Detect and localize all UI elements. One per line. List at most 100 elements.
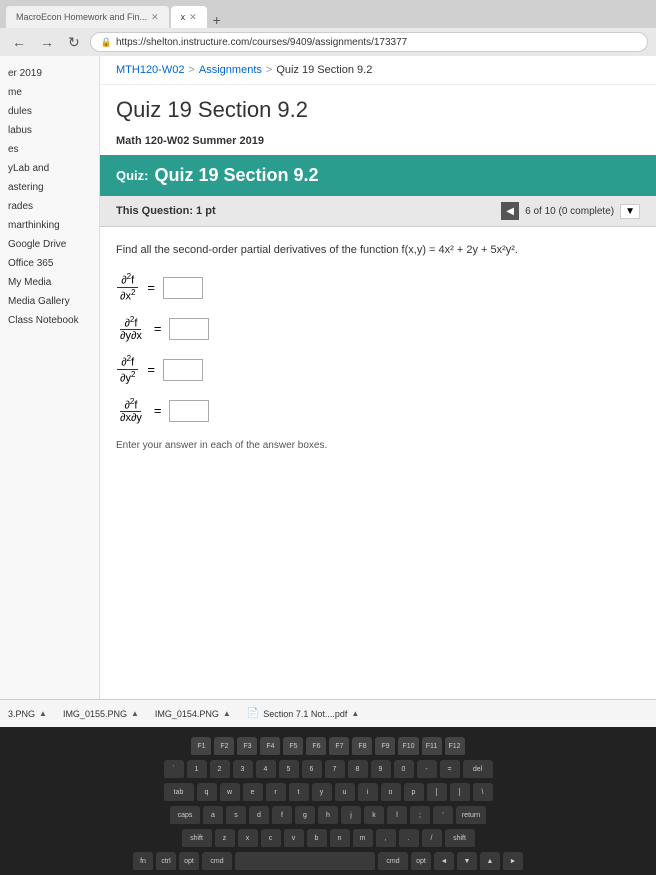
key-f7[interactable]: F7: [329, 737, 349, 757]
sidebar-item-4[interactable]: es: [0, 140, 99, 159]
key-7[interactable]: 7: [325, 760, 345, 780]
answer-input-2[interactable]: [169, 318, 209, 340]
breadcrumb-course[interactable]: MTH120-W02: [116, 64, 184, 76]
key-backslash[interactable]: \: [473, 783, 493, 803]
download-item-3[interactable]: 📄 Section 7.1 Not....pdf ▲: [247, 708, 359, 719]
sidebar-item-9[interactable]: Google Drive: [0, 235, 99, 254]
key-f10[interactable]: F10: [398, 737, 418, 757]
key-a[interactable]: a: [203, 806, 223, 826]
key-minus[interactable]: -: [417, 760, 437, 780]
key-opt-l[interactable]: opt: [179, 852, 199, 872]
key-i[interactable]: i: [358, 783, 378, 803]
download-item-2[interactable]: IMG_0154.PNG ▲: [155, 709, 231, 719]
key-o[interactable]: o: [381, 783, 401, 803]
sidebar-item-12[interactable]: Media Gallery: [0, 292, 99, 311]
key-caps[interactable]: caps: [170, 806, 200, 826]
key-f[interactable]: f: [272, 806, 292, 826]
key-1[interactable]: 1: [187, 760, 207, 780]
key-f6[interactable]: F6: [306, 737, 326, 757]
key-u[interactable]: u: [335, 783, 355, 803]
key-cmd-r[interactable]: cmd: [378, 852, 408, 872]
sidebar-item-5[interactable]: yLab and: [0, 159, 99, 178]
key-ctrl[interactable]: ctrl: [156, 852, 176, 872]
key-z[interactable]: z: [215, 829, 235, 849]
sidebar-item-2[interactable]: dules: [0, 102, 99, 121]
key-space[interactable]: [235, 852, 375, 872]
key-up[interactable]: ▲: [480, 852, 500, 872]
key-quote[interactable]: ': [433, 806, 453, 826]
breadcrumb-assignments[interactable]: Assignments: [199, 64, 262, 76]
key-down[interactable]: ▼: [457, 852, 477, 872]
answer-input-4[interactable]: [169, 400, 209, 422]
key-d[interactable]: d: [249, 806, 269, 826]
key-lbracket[interactable]: [: [427, 783, 447, 803]
key-return[interactable]: return: [456, 806, 486, 826]
tab-active-close-icon[interactable]: ✕: [189, 12, 197, 23]
address-bar[interactable]: 🔒 https://shelton.instructure.com/course…: [90, 32, 648, 52]
key-2[interactable]: 2: [210, 760, 230, 780]
key-fn[interactable]: fn: [133, 852, 153, 872]
key-period[interactable]: .: [399, 829, 419, 849]
key-n[interactable]: n: [330, 829, 350, 849]
answer-input-3[interactable]: [163, 359, 203, 381]
key-f2[interactable]: F2: [214, 737, 234, 757]
key-h[interactable]: h: [318, 806, 338, 826]
key-del[interactable]: del: [463, 760, 493, 780]
key-k[interactable]: k: [364, 806, 384, 826]
key-y[interactable]: y: [312, 783, 332, 803]
key-r[interactable]: r: [266, 783, 286, 803]
key-equals[interactable]: =: [440, 760, 460, 780]
key-t[interactable]: t: [289, 783, 309, 803]
new-tab-button[interactable]: +: [209, 12, 225, 28]
sidebar-item-8[interactable]: marthinking: [0, 216, 99, 235]
key-semicolon[interactable]: ;: [410, 806, 430, 826]
sidebar-item-6[interactable]: astering: [0, 178, 99, 197]
key-e[interactable]: e: [243, 783, 263, 803]
key-p[interactable]: p: [404, 783, 424, 803]
key-j[interactable]: j: [341, 806, 361, 826]
key-9[interactable]: 9: [371, 760, 391, 780]
sidebar-item-0[interactable]: er 2019: [0, 64, 99, 83]
key-left[interactable]: ◄: [434, 852, 454, 872]
key-shift-l[interactable]: shift: [182, 829, 212, 849]
key-tab[interactable]: tab: [164, 783, 194, 803]
sidebar-item-3[interactable]: labus: [0, 121, 99, 140]
key-f8[interactable]: F8: [352, 737, 372, 757]
back-button[interactable]: ←: [8, 32, 30, 52]
download-item-0[interactable]: 3.PNG ▲: [8, 709, 47, 719]
key-f5[interactable]: F5: [283, 737, 303, 757]
key-m[interactable]: m: [353, 829, 373, 849]
sidebar-item-11[interactable]: My Media: [0, 273, 99, 292]
key-8[interactable]: 8: [348, 760, 368, 780]
key-b[interactable]: b: [307, 829, 327, 849]
refresh-button[interactable]: ↻: [64, 32, 84, 53]
sidebar-item-7[interactable]: rades: [0, 197, 99, 216]
key-f11[interactable]: F11: [422, 737, 442, 757]
answer-input-1[interactable]: [163, 277, 203, 299]
key-v[interactable]: v: [284, 829, 304, 849]
key-right[interactable]: ►: [503, 852, 523, 872]
key-x[interactable]: x: [238, 829, 258, 849]
key-f9[interactable]: F9: [375, 737, 395, 757]
key-q[interactable]: q: [197, 783, 217, 803]
key-l[interactable]: l: [387, 806, 407, 826]
key-s[interactable]: s: [226, 806, 246, 826]
tab-inactive[interactable]: MacroEcon Homework and Fin... ✕: [6, 6, 169, 28]
key-f1[interactable]: F1: [191, 737, 211, 757]
key-3[interactable]: 3: [233, 760, 253, 780]
key-0[interactable]: 0: [394, 760, 414, 780]
key-6[interactable]: 6: [302, 760, 322, 780]
key-4[interactable]: 4: [256, 760, 276, 780]
status-dropdown[interactable]: ▼: [620, 204, 640, 219]
key-shift-r[interactable]: shift: [445, 829, 475, 849]
sidebar-item-10[interactable]: Office 365: [0, 254, 99, 273]
download-item-1[interactable]: IMG_0155.PNG ▲: [63, 709, 139, 719]
key-cmd-l[interactable]: cmd: [202, 852, 232, 872]
prev-question-button[interactable]: ◀: [501, 202, 519, 220]
key-5[interactable]: 5: [279, 760, 299, 780]
forward-button[interactable]: →: [36, 32, 58, 52]
key-w[interactable]: w: [220, 783, 240, 803]
tab-active[interactable]: x ✕: [171, 6, 207, 28]
sidebar-item-1[interactable]: me: [0, 83, 99, 102]
key-slash[interactable]: /: [422, 829, 442, 849]
